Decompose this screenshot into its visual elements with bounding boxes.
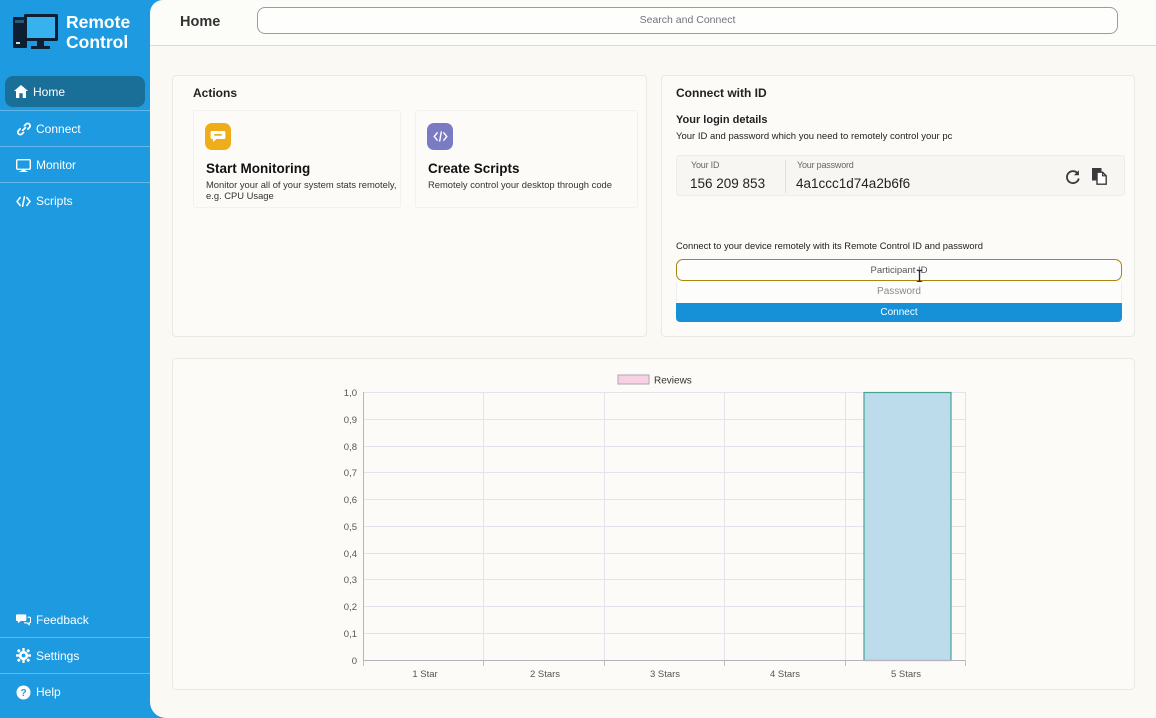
svg-text:1 Star: 1 Star (412, 669, 437, 680)
svg-text:0,2: 0,2 (344, 602, 357, 613)
svg-text:0,4: 0,4 (344, 549, 357, 560)
svg-text:0: 0 (352, 656, 357, 667)
svg-text:0,8: 0,8 (344, 442, 357, 453)
svg-text:5 Stars: 5 Stars (891, 669, 921, 680)
svg-text:0,6: 0,6 (344, 495, 357, 506)
svg-text:0,1: 0,1 (344, 629, 357, 640)
svg-text:0,5: 0,5 (344, 522, 357, 533)
svg-text:4 Stars: 4 Stars (770, 669, 800, 680)
svg-text:0,7: 0,7 (344, 468, 357, 479)
svg-text:Reviews: Reviews (654, 376, 692, 387)
svg-text:0,9: 0,9 (344, 415, 357, 426)
svg-text:2 Stars: 2 Stars (530, 669, 560, 680)
svg-text:?: ? (20, 688, 26, 699)
svg-text:1,0: 1,0 (344, 388, 357, 399)
svg-text:0,3: 0,3 (344, 575, 357, 586)
svg-text:3 Stars: 3 Stars (650, 669, 680, 680)
